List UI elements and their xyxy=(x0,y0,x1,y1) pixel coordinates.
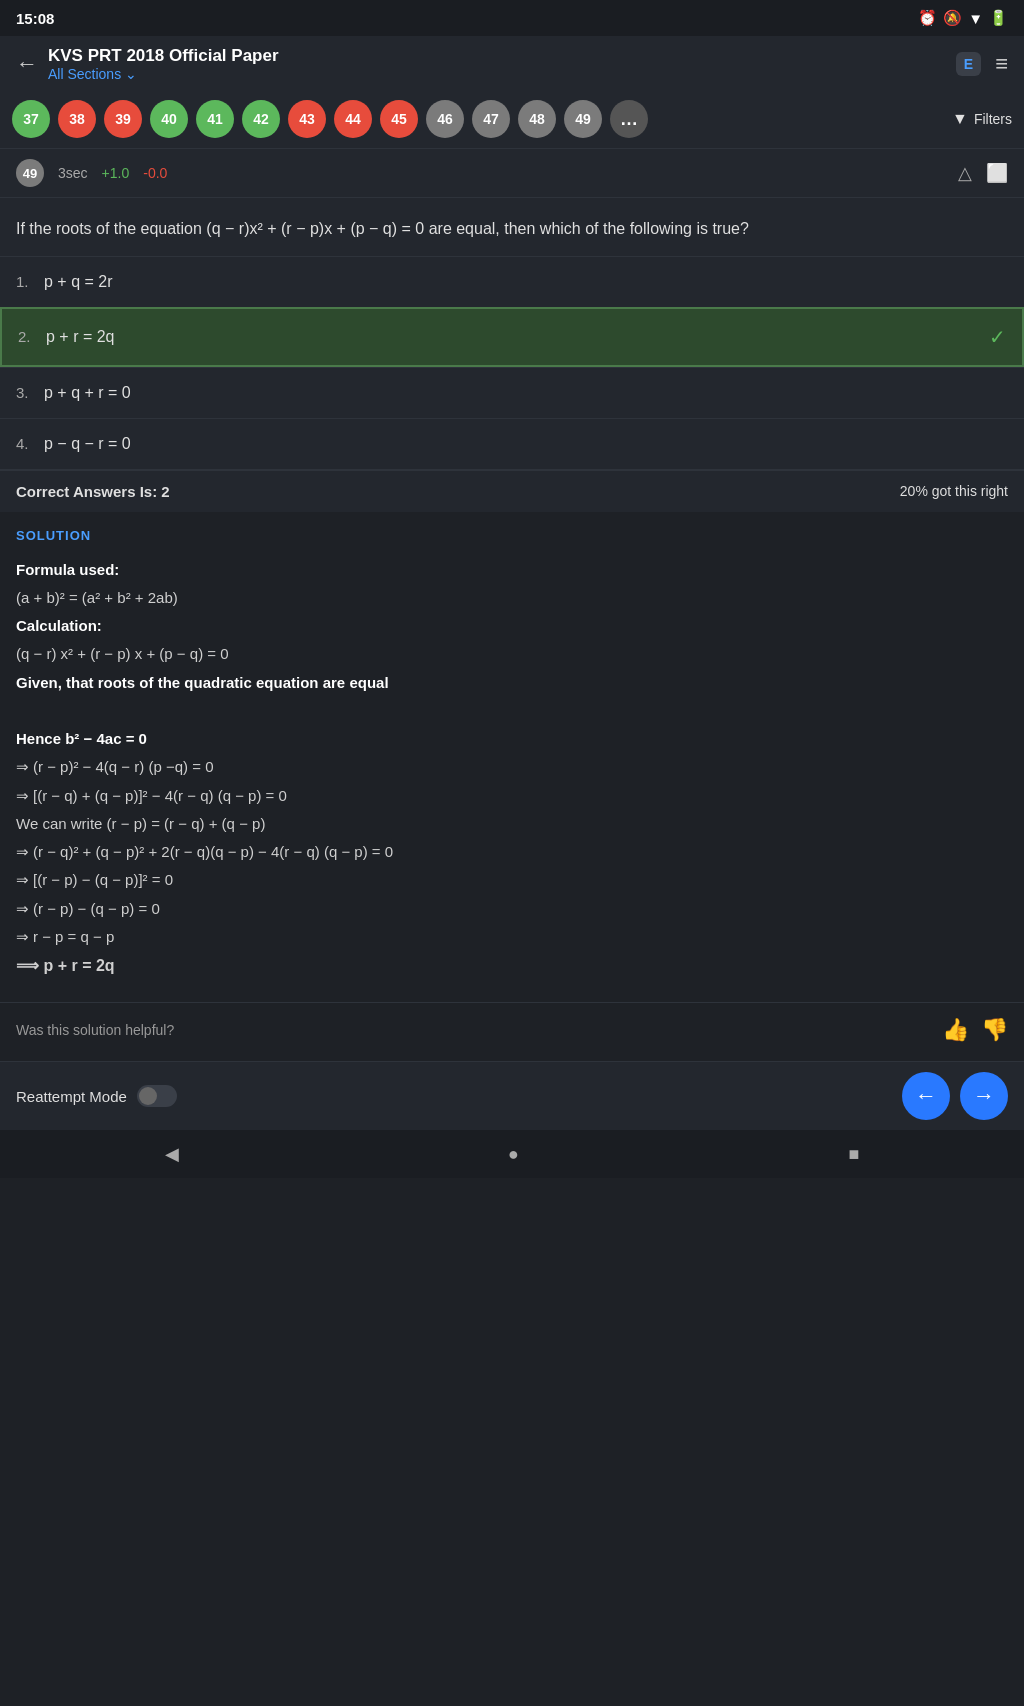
ebook-button[interactable]: E xyxy=(956,52,981,76)
question-nav-item-46[interactable]: 46 xyxy=(426,100,464,138)
toggle-knob xyxy=(139,1087,157,1105)
question-nav-item-43[interactable]: 43 xyxy=(288,100,326,138)
flag-icon[interactable]: △ xyxy=(958,162,972,184)
helpful-buttons: 👍 👎 xyxy=(942,1017,1008,1043)
solution-line: Calculation: xyxy=(16,613,1008,639)
solution-line xyxy=(16,698,1008,724)
option-text-4: p − q − r = 0 xyxy=(44,435,1008,453)
solution-line: ⇒[(r − p) − (q − p)]² = 0 xyxy=(16,867,1008,893)
question-nav-item-39[interactable]: 39 xyxy=(104,100,142,138)
question-number-badge: 49 xyxy=(16,159,44,187)
mute-icon: 🔕 xyxy=(943,9,962,27)
solution-line: (q − r) x² + (r − p) x + (p − q) = 0 xyxy=(16,641,1008,667)
option-text-2: p + r = 2q xyxy=(46,328,989,346)
chevron-down-icon: ⌄ xyxy=(125,66,137,82)
question-meta: 49 3sec +1.0 -0.0 △ ⬜ xyxy=(0,149,1024,198)
wifi-icon: ▼ xyxy=(968,10,983,27)
option-row-1[interactable]: 1.p + q = 2r xyxy=(0,256,1024,307)
android-nav: ◀ ● ■ xyxy=(0,1130,1024,1178)
solution-line: Formula used: xyxy=(16,557,1008,583)
header-title: KVS PRT 2018 Official Paper xyxy=(48,46,279,66)
android-recent-button[interactable]: ■ xyxy=(848,1144,859,1165)
solution-label: SOLUTION xyxy=(16,528,1008,543)
question-nav-item-47[interactable]: 47 xyxy=(472,100,510,138)
helpful-question: Was this solution helpful? xyxy=(16,1022,174,1038)
solution-line: (a + b)² = (a² + b² + 2ab) xyxy=(16,585,1008,611)
option-row-2[interactable]: 2.p + r = 2q✓ xyxy=(0,307,1024,367)
question-nav-item-38[interactable]: 38 xyxy=(58,100,96,138)
option-number-3: 3. xyxy=(16,384,44,401)
menu-button[interactable]: ≡ xyxy=(995,51,1008,77)
solution-line: ⇒(r − p)² − 4(q − r) (p −q) = 0 xyxy=(16,754,1008,780)
question-nav-item-45[interactable]: 45 xyxy=(380,100,418,138)
solution-line: ⇒(r − q)² + (q − p)² + 2(r − q)(q − p) −… xyxy=(16,839,1008,865)
all-sections-label: All Sections xyxy=(48,66,121,82)
option-number-1: 1. xyxy=(16,273,44,290)
question-marks-pos: +1.0 xyxy=(102,165,130,181)
question-nav-item-49[interactable]: 49 xyxy=(564,100,602,138)
helpful-row: Was this solution helpful? 👍 👎 xyxy=(0,1002,1024,1061)
correct-check-icon: ✓ xyxy=(989,325,1006,349)
question-meta-right: △ ⬜ xyxy=(958,162,1008,184)
prev-button[interactable]: ← xyxy=(902,1072,950,1120)
solution-line: Hence b² − 4ac = 0 xyxy=(16,726,1008,752)
solution-line: ⇒r − p = q − p xyxy=(16,924,1008,950)
correct-percentage: 20% got this right xyxy=(900,483,1008,499)
android-home-button[interactable]: ● xyxy=(508,1144,519,1165)
question-nav-item-44[interactable]: 44 xyxy=(334,100,372,138)
question-nav-item-37[interactable]: 37 xyxy=(12,100,50,138)
option-text-3: p + q + r = 0 xyxy=(44,384,1008,402)
bottom-bar: Reattempt Mode ← → xyxy=(0,1061,1024,1130)
thumbs-up-button[interactable]: 👍 xyxy=(942,1017,969,1043)
filters-label[interactable]: Filters xyxy=(974,111,1012,127)
option-row-4[interactable]: 4.p − q − r = 0 xyxy=(0,418,1024,469)
solution-text: Formula used:(a + b)² = (a² + b² + 2ab)C… xyxy=(16,557,1008,981)
question-nav-item-more[interactable]: … xyxy=(610,100,648,138)
solution-line: ⟹ p + r = 2q xyxy=(16,952,1008,980)
nav-buttons: ← → xyxy=(902,1072,1008,1120)
alarm-icon: ⏰ xyxy=(918,9,937,27)
solution-section: SOLUTION Formula used:(a + b)² = (a² + b… xyxy=(0,512,1024,1003)
header-right: E ≡ xyxy=(956,51,1008,77)
status-time: 15:08 xyxy=(16,10,54,27)
thumbs-down-button[interactable]: 👎 xyxy=(981,1017,1008,1043)
back-button[interactable]: ← xyxy=(16,51,38,77)
header: ← KVS PRT 2018 Official Paper All Sectio… xyxy=(0,36,1024,90)
question-marks-neg: -0.0 xyxy=(143,165,167,181)
question-area: 49 3sec +1.0 -0.0 △ ⬜ If the roots of th… xyxy=(0,149,1024,256)
solution-line: Given, that roots of the quadratic equat… xyxy=(16,670,1008,696)
question-time: 3sec xyxy=(58,165,88,181)
option-text-1: p + q = 2r xyxy=(44,273,1008,291)
solution-line: We can write (r − p) = (r − q) + (q − p) xyxy=(16,811,1008,837)
option-row-3[interactable]: 3.p + q + r = 0 xyxy=(0,367,1024,418)
bookmark-icon[interactable]: ⬜ xyxy=(986,162,1008,184)
option-number-4: 4. xyxy=(16,435,44,452)
all-sections-dropdown[interactable]: All Sections ⌄ xyxy=(48,66,279,82)
filter-icon: ▼ xyxy=(952,110,968,128)
question-nav-item-48[interactable]: 48 xyxy=(518,100,556,138)
question-text: If the roots of the equation (q − r)x² +… xyxy=(0,198,1024,256)
header-title-block: KVS PRT 2018 Official Paper All Sections… xyxy=(48,46,279,82)
status-icons: ⏰ 🔕 ▼ 🔋 xyxy=(918,9,1008,27)
correct-answers-bar: Correct Answers Is: 2 20% got this right xyxy=(0,469,1024,512)
status-bar: 15:08 ⏰ 🔕 ▼ 🔋 xyxy=(0,0,1024,36)
reattempt-left: Reattempt Mode xyxy=(16,1085,177,1107)
question-nav-item-40[interactable]: 40 xyxy=(150,100,188,138)
question-nav: 37383940414243444546474849… ▼ Filters xyxy=(0,90,1024,149)
reattempt-toggle[interactable] xyxy=(137,1085,177,1107)
next-button[interactable]: → xyxy=(960,1072,1008,1120)
question-nav-item-41[interactable]: 41 xyxy=(196,100,234,138)
solution-line: ⇒(r − p) − (q − p) = 0 xyxy=(16,896,1008,922)
ebook-icon: E xyxy=(964,56,973,72)
correct-answer-label: Correct Answers Is: 2 xyxy=(16,483,170,500)
reattempt-label: Reattempt Mode xyxy=(16,1088,127,1105)
solution-line: ⇒[(r − q) + (q − p)]² − 4(r − q) (q − p)… xyxy=(16,783,1008,809)
question-nav-item-42[interactable]: 42 xyxy=(242,100,280,138)
options-container: 1.p + q = 2r2.p + r = 2q✓3.p + q + r = 0… xyxy=(0,256,1024,469)
battery-icon: 🔋 xyxy=(989,9,1008,27)
android-back-button[interactable]: ◀ xyxy=(165,1143,179,1165)
option-number-2: 2. xyxy=(18,328,46,345)
header-left: ← KVS PRT 2018 Official Paper All Sectio… xyxy=(16,46,279,82)
